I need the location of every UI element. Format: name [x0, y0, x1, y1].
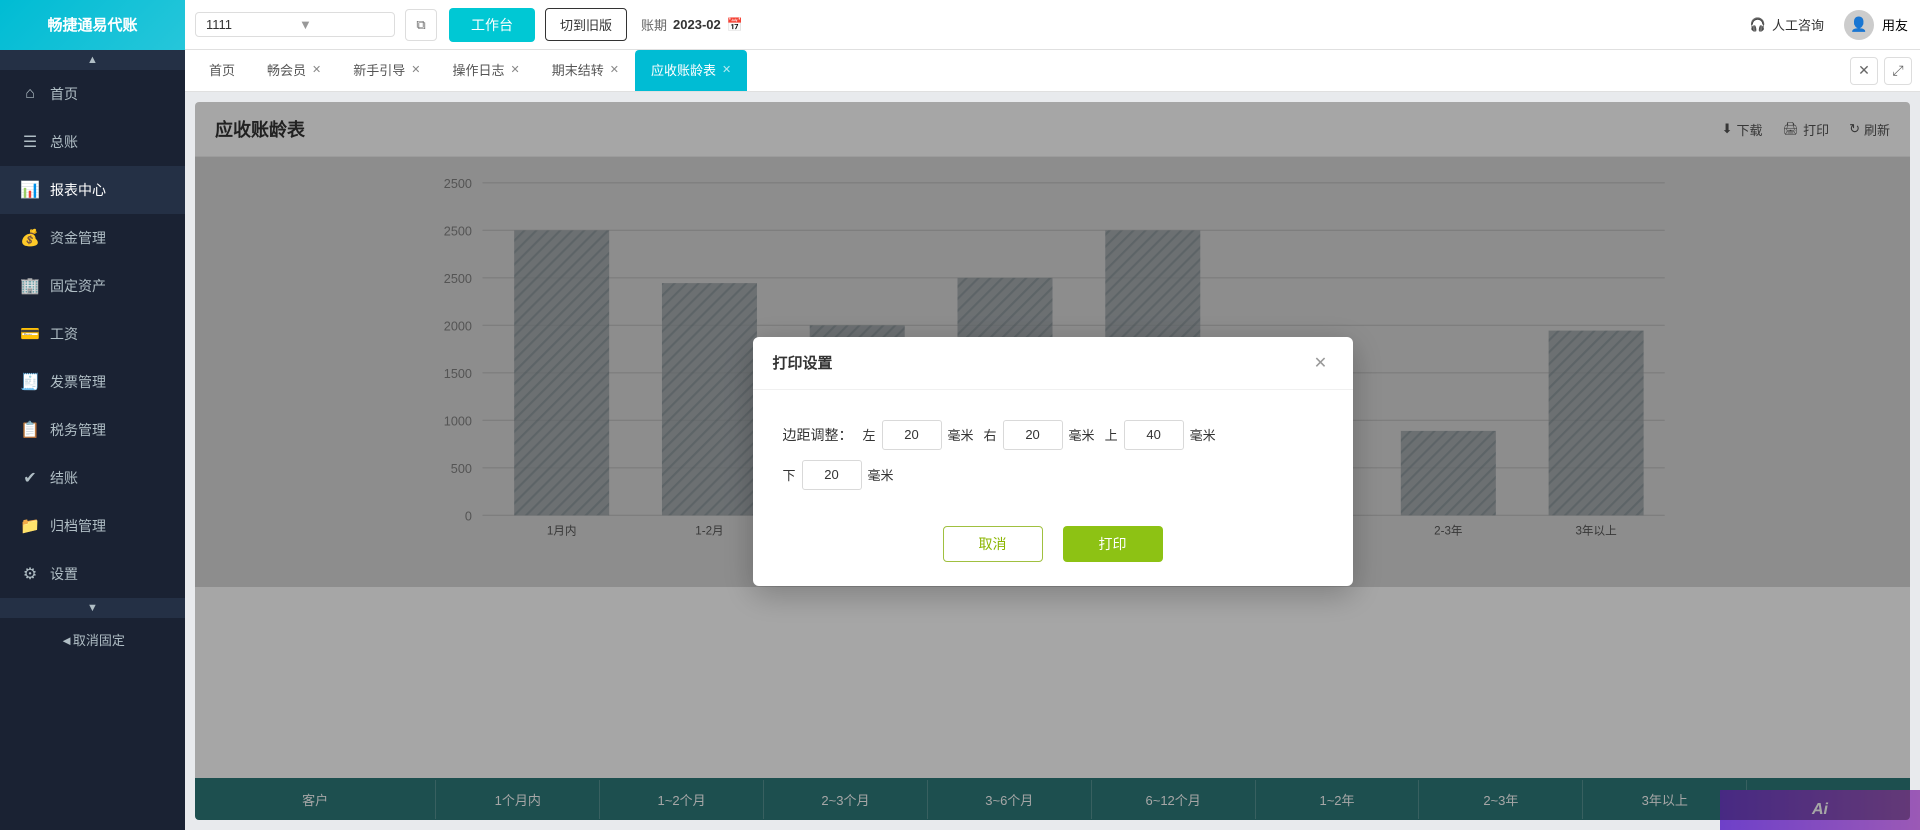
- margin-left-input[interactable]: [882, 420, 942, 450]
- tab-aging-close[interactable]: ✕: [722, 63, 731, 76]
- company-selector[interactable]: 1111 ▼: [195, 12, 395, 37]
- sidebar-item-reports[interactable]: 📊 报表中心: [0, 166, 185, 214]
- tab-expand-button[interactable]: ⤢: [1884, 57, 1912, 85]
- right-dir-label: 右: [984, 425, 997, 444]
- sidebar: ▲ ⌂ 首页 ☰ 总账 📊 报表中心 💰 资金管理 🏢 固定资产 💳 工资 🧾 …: [0, 50, 185, 830]
- tab-closing[interactable]: 期末结转 ✕: [536, 50, 635, 91]
- margin-right-group: 右 毫米: [984, 420, 1095, 450]
- sidebar-item-settings[interactable]: ⚙ 设置: [0, 550, 185, 598]
- left-dir-label: 左: [863, 425, 876, 444]
- workbench-button[interactable]: 工作台: [449, 8, 535, 42]
- user-name: 用友: [1882, 15, 1908, 34]
- tax-icon: 📋: [20, 420, 40, 440]
- switch-version-button[interactable]: 切到旧版: [545, 8, 627, 41]
- top-unit: 毫米: [1190, 425, 1216, 444]
- header-right: 🎧 人工咨询 👤 用友: [1750, 10, 1908, 40]
- closing-icon: ✔: [20, 468, 40, 488]
- margin-bottom-group: 下 毫米: [783, 460, 894, 490]
- chevron-down-icon: ▼: [299, 17, 384, 32]
- content-area: 首页 畅会员 ✕ 新手引导 ✕ 操作日志 ✕ 期末结转 ✕ 应收账龄表 ✕: [185, 50, 1920, 830]
- copy-icon: ⧉: [416, 17, 425, 33]
- invoice-icon: 🧾: [20, 372, 40, 392]
- ledger-icon: ☰: [20, 132, 40, 152]
- sidebar-item-ledger[interactable]: ☰ 总账: [0, 118, 185, 166]
- bottom-unit: 毫米: [868, 465, 894, 484]
- settings-icon: ⚙: [20, 564, 40, 584]
- tab-guide-close[interactable]: ✕: [411, 63, 420, 76]
- sidebar-scroll-down[interactable]: ▼: [0, 598, 185, 618]
- support-button[interactable]: 🎧 人工咨询: [1750, 15, 1824, 34]
- margin-right-input[interactable]: [1003, 420, 1063, 450]
- margin-label: 边距调整：: [783, 425, 853, 445]
- period-value: 2023-02: [673, 17, 721, 32]
- avatar: 👤: [1844, 10, 1874, 40]
- tab-oplog[interactable]: 操作日志 ✕: [436, 50, 535, 91]
- margin-form-row: 边距调整： 左 毫米 右 毫米: [783, 420, 1323, 490]
- app-header: 畅捷通易代账 1111 ▼ ⧉ 工作台 切到旧版 账期 2023-02 📅 🎧 …: [0, 0, 1920, 50]
- sidebar-scroll-up[interactable]: ▲: [0, 50, 185, 70]
- sidebar-item-tax[interactable]: 📋 税务管理: [0, 406, 185, 454]
- reports-icon: 📊: [20, 180, 40, 200]
- sidebar-collapse-button[interactable]: ◄取消固定: [0, 618, 185, 661]
- margin-left-group: 左 毫米: [863, 420, 974, 450]
- tabs-bar: 首页 畅会员 ✕ 新手引导 ✕ 操作日志 ✕ 期末结转 ✕ 应收账龄表 ✕: [185, 50, 1920, 92]
- sidebar-item-salary[interactable]: 💳 工资: [0, 310, 185, 358]
- copy-button[interactable]: ⧉: [405, 9, 437, 41]
- tab-guide[interactable]: 新手引导 ✕: [337, 50, 436, 91]
- tab-home[interactable]: 首页: [193, 50, 251, 91]
- page-inner: 应收账龄表 ⬇ 下载 🖨 打印 ↻ 刷新: [195, 102, 1910, 820]
- tab-oplog-close[interactable]: ✕: [511, 63, 520, 76]
- modal-header: 打印设置 ✕: [753, 337, 1353, 390]
- headset-icon: 🎧: [1750, 17, 1766, 33]
- period-label: 账期: [641, 15, 667, 34]
- funds-icon: 💰: [20, 228, 40, 248]
- page-content: 应收账龄表 ⬇ 下载 🖨 打印 ↻ 刷新: [185, 92, 1920, 830]
- cancel-button[interactable]: 取消: [943, 526, 1043, 562]
- right-unit: 毫米: [1069, 425, 1095, 444]
- tab-aging[interactable]: 应收账龄表 ✕: [635, 50, 747, 91]
- tab-member-close[interactable]: ✕: [312, 63, 321, 76]
- salary-icon: 💳: [20, 324, 40, 344]
- top-dir-label: 上: [1105, 425, 1118, 444]
- logo: 畅捷通易代账: [0, 0, 185, 50]
- sidebar-item-closing[interactable]: ✔ 结账: [0, 454, 185, 502]
- margin-bottom-input[interactable]: [802, 460, 862, 490]
- archive-icon: 📁: [20, 516, 40, 536]
- tab-actions: ✕ ⤢: [1850, 57, 1912, 85]
- main-layout: ▲ ⌂ 首页 ☰ 总账 📊 报表中心 💰 资金管理 🏢 固定资产 💳 工资 🧾 …: [0, 50, 1920, 830]
- period-area: 账期 2023-02 📅: [641, 15, 743, 34]
- modal-overlay: 打印设置 ✕ 边距调整： 左 毫米: [195, 102, 1910, 820]
- tab-closing-close[interactable]: ✕: [610, 63, 619, 76]
- left-unit: 毫米: [948, 425, 974, 444]
- sidebar-item-home[interactable]: ⌂ 首页: [0, 70, 185, 118]
- sidebar-item-assets[interactable]: 🏢 固定资产: [0, 262, 185, 310]
- sidebar-item-archive[interactable]: 📁 归档管理: [0, 502, 185, 550]
- user-area[interactable]: 👤 用友: [1844, 10, 1908, 40]
- print-confirm-button[interactable]: 打印: [1063, 526, 1163, 562]
- calendar-icon[interactable]: 📅: [727, 17, 743, 33]
- bottom-dir-label: 下: [783, 465, 796, 484]
- sidebar-item-funds[interactable]: 💰 资金管理: [0, 214, 185, 262]
- print-settings-modal: 打印设置 ✕ 边距调整： 左 毫米: [753, 337, 1353, 586]
- tab-member[interactable]: 畅会员 ✕: [251, 50, 337, 91]
- modal-footer: 取消 打印: [753, 510, 1353, 586]
- modal-title: 打印设置: [773, 352, 1309, 373]
- tab-close-all-button[interactable]: ✕: [1850, 57, 1878, 85]
- margin-top-input[interactable]: [1124, 420, 1184, 450]
- margin-top-group: 上 毫米: [1105, 420, 1216, 450]
- user-icon: 👤: [1850, 16, 1867, 33]
- sidebar-item-invoice[interactable]: 🧾 发票管理: [0, 358, 185, 406]
- assets-icon: 🏢: [20, 276, 40, 296]
- home-icon: ⌂: [20, 85, 40, 103]
- modal-body: 边距调整： 左 毫米 右 毫米: [753, 390, 1353, 510]
- modal-close-button[interactable]: ✕: [1309, 351, 1333, 375]
